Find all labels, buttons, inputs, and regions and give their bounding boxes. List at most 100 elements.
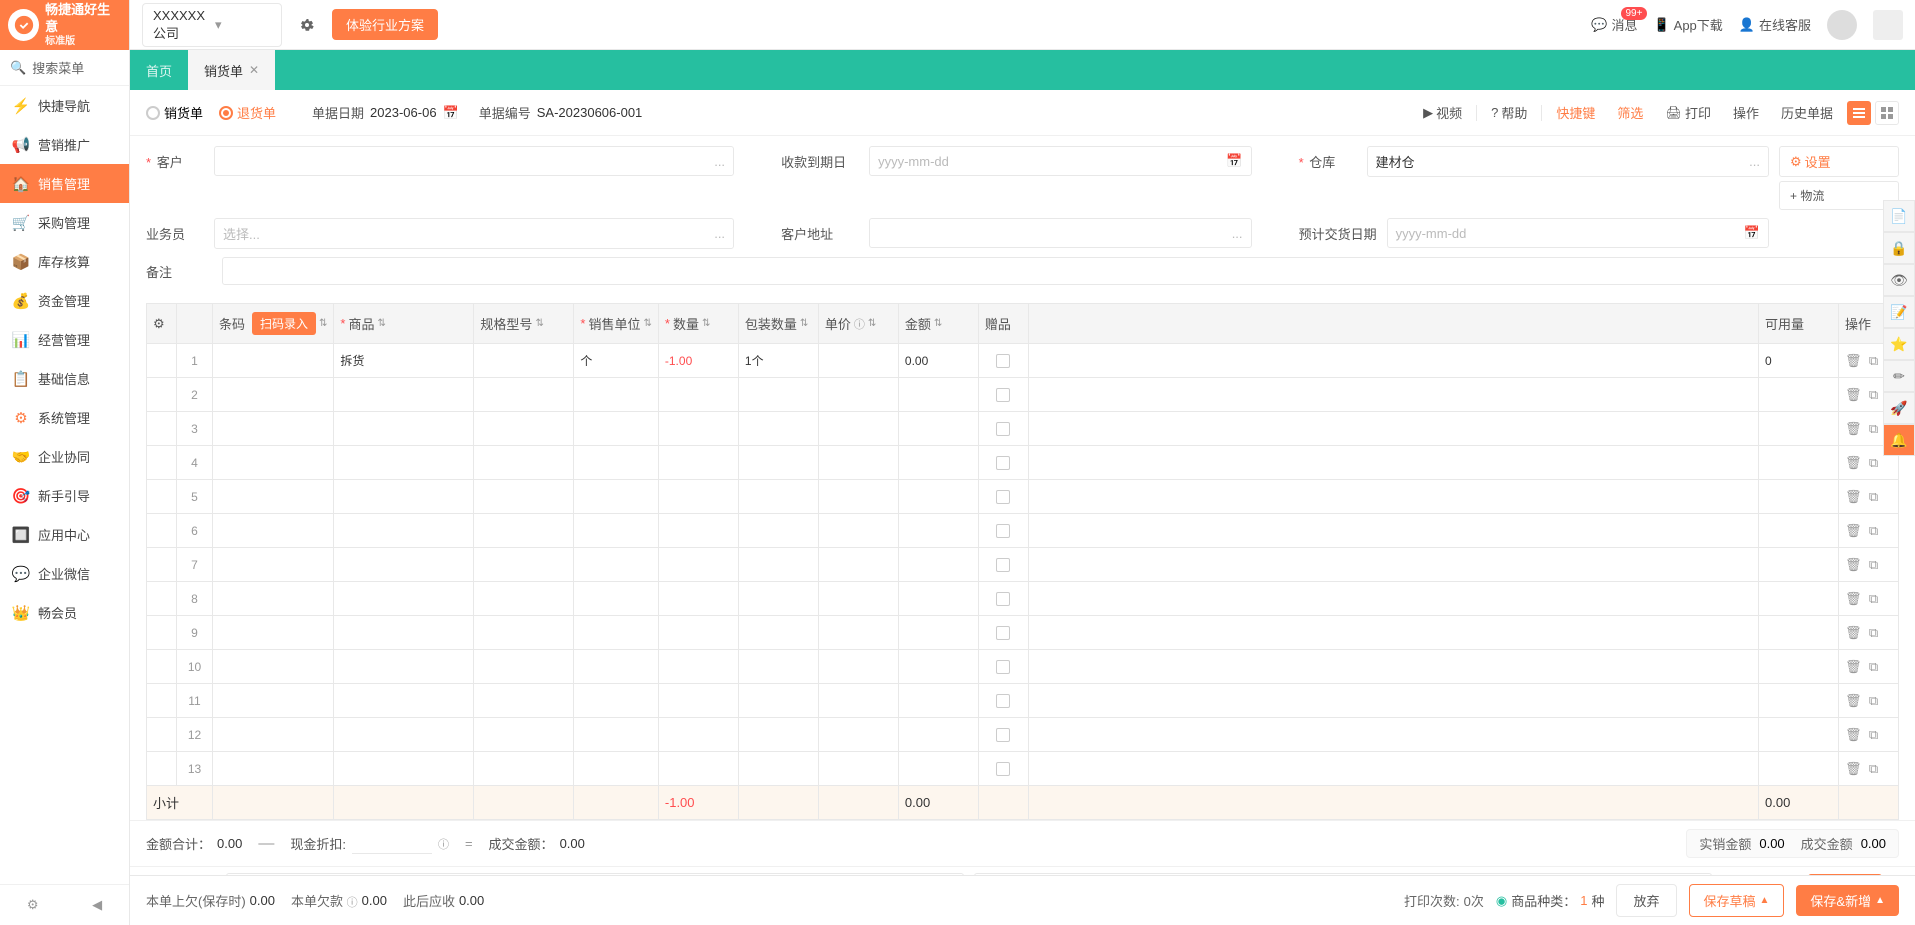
row-spec-6[interactable] (474, 548, 574, 582)
row-unit-9[interactable] (574, 650, 658, 684)
sidebar-item-quick-nav[interactable]: ⚡ 快捷导航 (0, 86, 129, 125)
flow-btn[interactable]: + 物流 (1779, 181, 1899, 210)
video-btn[interactable]: ▶ 视频 (1415, 100, 1470, 125)
row-amount-2[interactable] (898, 412, 978, 446)
copy-icon-9[interactable]: ⧉ (1869, 659, 1878, 674)
sidebar-item-system-mgmt[interactable]: ⚙ 系统管理 (0, 398, 129, 437)
row-barcode-9[interactable] (213, 650, 334, 684)
row-spec-7[interactable] (474, 582, 574, 616)
row-unit-1[interactable] (574, 378, 658, 412)
row-amount-7[interactable] (898, 582, 978, 616)
row-pkg-7[interactable] (738, 582, 818, 616)
calendar-icon[interactable]: 📅 (443, 105, 459, 121)
row-unit-3[interactable] (574, 446, 658, 480)
row-barcode-8[interactable] (213, 616, 334, 650)
row-price-7[interactable] (818, 582, 898, 616)
info-icon[interactable]: ⓘ (854, 316, 865, 332)
row-pkg-1[interactable] (738, 378, 818, 412)
copy-icon-0[interactable]: ⧉ (1869, 353, 1878, 368)
row-amount-1[interactable] (898, 378, 978, 412)
row-product-3[interactable] (334, 446, 474, 480)
row-gift-1[interactable] (978, 378, 1028, 412)
settings-btn[interactable]: ⚙ 设置 (1779, 146, 1899, 177)
row-unit-2[interactable] (574, 412, 658, 446)
row-price-9[interactable] (818, 650, 898, 684)
row-spec-0[interactable] (474, 344, 574, 378)
sidebar-item-inventory[interactable]: 📦 库存核算 (0, 242, 129, 281)
copy-icon-4[interactable]: ⧉ (1869, 489, 1878, 504)
discount-input[interactable] (352, 834, 432, 854)
scan-btn[interactable]: 扫码录入 (252, 312, 316, 335)
float-btn-6[interactable]: ✏ (1883, 360, 1915, 392)
row-product-8[interactable] (334, 616, 474, 650)
delete-icon-2[interactable]: 🗑 (1845, 421, 1862, 436)
expected-date-input[interactable]: yyyy-mm-dd 📅 (1387, 218, 1769, 248)
print-btn[interactable]: 🖨 打印 (1657, 100, 1719, 125)
sidebar-item-guide[interactable]: 🎯 新手引导 (0, 476, 129, 515)
row-pkg-11[interactable] (738, 718, 818, 752)
copy-icon-3[interactable]: ⧉ (1869, 455, 1878, 470)
payment-date-input[interactable]: yyyy-mm-dd 📅 (869, 146, 1251, 176)
product-sort-icon[interactable]: ⇅ (378, 318, 386, 329)
user-menu[interactable] (1873, 10, 1903, 40)
row-pkg-3[interactable] (738, 446, 818, 480)
row-qty-0[interactable]: -1.00 (658, 344, 738, 378)
row-qty-4[interactable] (658, 480, 738, 514)
row-unit-10[interactable] (574, 684, 658, 718)
row-price-1[interactable] (818, 378, 898, 412)
row-pkg-9[interactable] (738, 650, 818, 684)
row-qty-12[interactable] (658, 752, 738, 786)
row-gift-12[interactable] (978, 752, 1028, 786)
row-qty-7[interactable] (658, 582, 738, 616)
row-amount-10[interactable] (898, 684, 978, 718)
row-barcode-1[interactable] (213, 378, 334, 412)
trial-btn[interactable]: 体验行业方案 (332, 9, 438, 40)
row-gift-0[interactable] (978, 344, 1028, 378)
delete-icon-3[interactable]: 🗑 (1845, 455, 1862, 470)
row-barcode-12[interactable] (213, 752, 334, 786)
list-view-btn[interactable] (1847, 101, 1871, 125)
row-amount-3[interactable] (898, 446, 978, 480)
row-price-4[interactable] (818, 480, 898, 514)
row-qty-9[interactable] (658, 650, 738, 684)
message-btn[interactable]: 💬 消息 99+ (1591, 15, 1637, 34)
row-price-5[interactable] (818, 514, 898, 548)
company-selector[interactable]: XXXXXX公司 ▾ (142, 3, 282, 47)
row-amount-6[interactable] (898, 548, 978, 582)
unit-sort-icon[interactable]: ⇅ (644, 318, 652, 329)
copy-icon-11[interactable]: ⧉ (1869, 727, 1878, 742)
row-product-11[interactable] (334, 718, 474, 752)
row-amount-4[interactable] (898, 480, 978, 514)
row-amount-9[interactable] (898, 650, 978, 684)
settings-icon2[interactable]: ⚙ (153, 316, 165, 331)
row-gift-9[interactable] (978, 650, 1028, 684)
row-gift-5[interactable] (978, 514, 1028, 548)
row-qty-8[interactable] (658, 616, 738, 650)
row-spec-5[interactable] (474, 514, 574, 548)
row-product-5[interactable] (334, 514, 474, 548)
row-barcode-3[interactable] (213, 446, 334, 480)
row-price-2[interactable] (818, 412, 898, 446)
price-sort-icon[interactable]: ⇅ (868, 318, 876, 329)
row-barcode-4[interactable] (213, 480, 334, 514)
float-btn-8[interactable]: 🔔 (1883, 424, 1915, 456)
row-product-0[interactable]: 拆货 (334, 344, 474, 378)
delete-icon-0[interactable]: 🗑 (1845, 353, 1862, 368)
row-pkg-10[interactable] (738, 684, 818, 718)
tab-home[interactable]: 首页 (130, 50, 188, 90)
row-price-10[interactable] (818, 684, 898, 718)
row-gift-11[interactable] (978, 718, 1028, 752)
row-price-11[interactable] (818, 718, 898, 752)
float-btn-1[interactable]: 📄 (1883, 200, 1915, 232)
filter-btn[interactable]: 筛选 (1609, 100, 1651, 125)
row-pkg-2[interactable] (738, 412, 818, 446)
row-qty-6[interactable] (658, 548, 738, 582)
sidebar-settings-btn[interactable]: ⚙ (19, 893, 47, 917)
row-qty-3[interactable] (658, 446, 738, 480)
shortcut-btn[interactable]: 快捷键 (1548, 100, 1603, 125)
history-btn[interactable]: 历史单据 (1773, 100, 1841, 125)
customer-address-input[interactable]: ... (869, 218, 1251, 248)
row-gift-7[interactable] (978, 582, 1028, 616)
row-unit-4[interactable] (574, 480, 658, 514)
sidebar-item-member[interactable]: 👑 畅会员 (0, 593, 129, 632)
